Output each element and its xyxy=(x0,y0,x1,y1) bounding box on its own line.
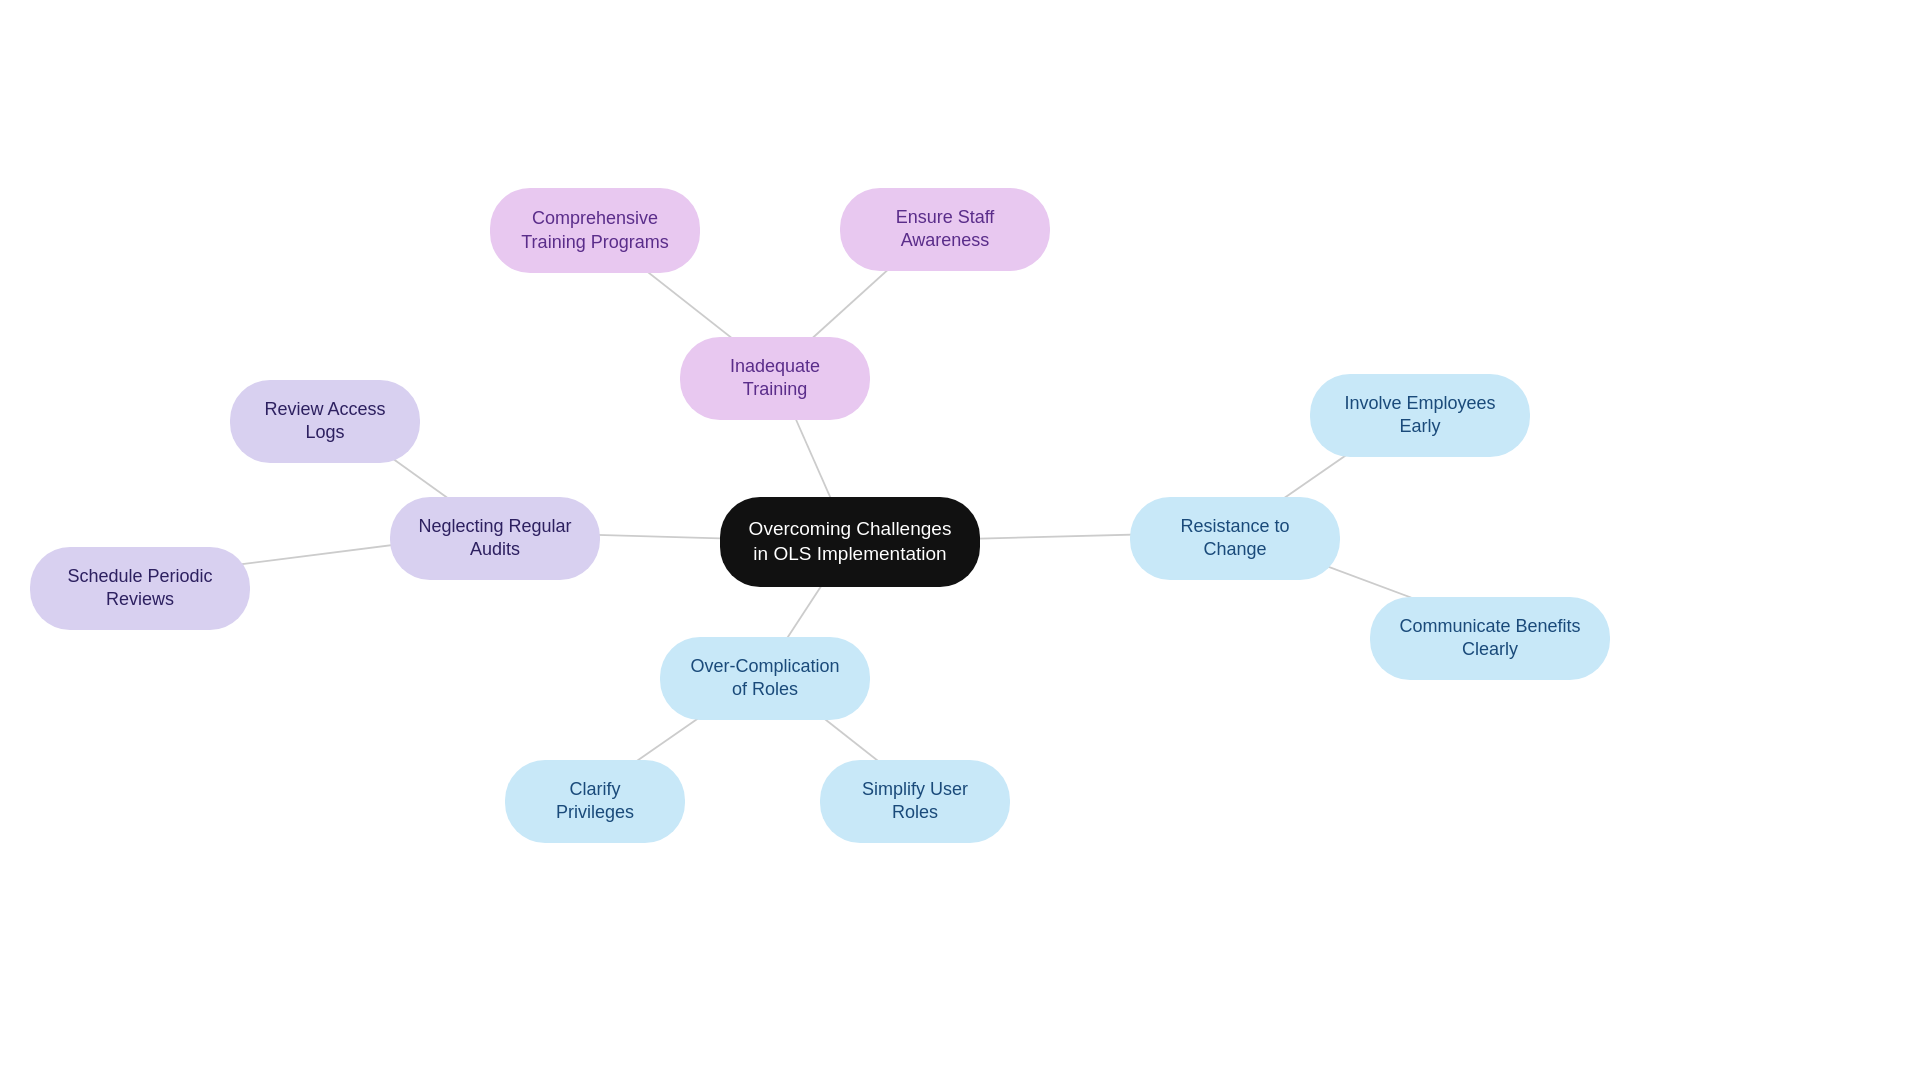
node-center: Overcoming Challenges in OLS Implementat… xyxy=(720,497,980,587)
node-neglecting_audits: Neglecting Regular Audits xyxy=(390,497,600,580)
node-inadequate_training: Inadequate Training xyxy=(680,337,870,420)
node-review_access: Review Access Logs xyxy=(230,380,420,463)
node-communicate_benefits: Communicate Benefits Clearly xyxy=(1370,597,1610,680)
node-involve_employees: Involve Employees Early xyxy=(1310,374,1530,457)
mindmap-container: Overcoming Challenges in OLS Implementat… xyxy=(0,0,1920,1083)
node-clarify_privileges: Clarify Privileges xyxy=(505,760,685,843)
node-ensure_staff: Ensure Staff Awareness xyxy=(840,188,1050,271)
node-over_complication: Over-Complication of Roles xyxy=(660,637,870,720)
node-comprehensive_training: Comprehensive Training Programs xyxy=(490,188,700,273)
node-resistance_change: Resistance to Change xyxy=(1130,497,1340,580)
node-simplify_roles: Simplify User Roles xyxy=(820,760,1010,843)
node-schedule_reviews: Schedule Periodic Reviews xyxy=(30,547,250,630)
